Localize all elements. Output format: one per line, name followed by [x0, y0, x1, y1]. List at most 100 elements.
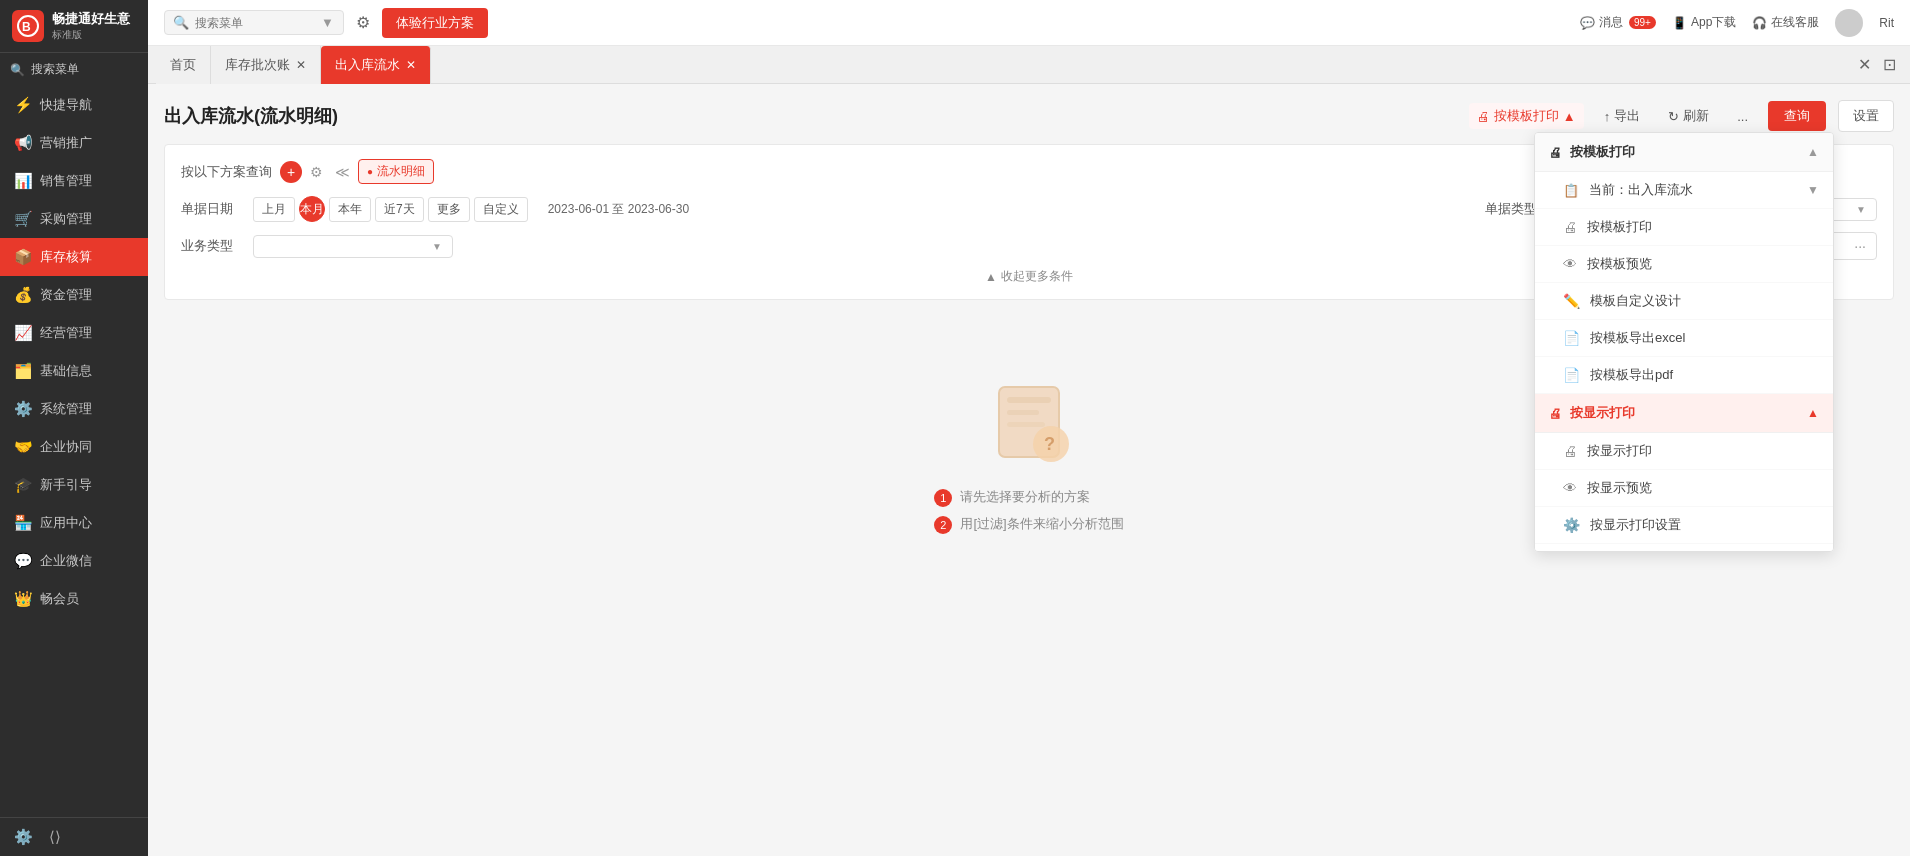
tab-batch-account-close-icon[interactable]: ✕ — [296, 58, 306, 72]
sidebar-item-inventory[interactable]: 📦 库存核算 — [0, 238, 148, 276]
filter-date-custom[interactable]: 自定义 — [474, 197, 528, 222]
dropdown-item-print-icon: 🖨 — [1563, 219, 1577, 235]
print-dropdown-arrow[interactable]: ▲ — [1563, 109, 1576, 124]
tab-flow[interactable]: 出入库流水 ✕ — [321, 46, 431, 84]
topbar: 🔍 ▼ ⚙ 体验行业方案 💬 消息 99+ 📱 App下载 🎧 在线客服 Rit — [148, 0, 1910, 46]
sidebar-item-finance[interactable]: 💰 资金管理 — [0, 276, 148, 314]
dropdown-export-pdf-template-item[interactable]: 📄 按模板导出pdf — [1535, 357, 1833, 394]
sidebar-item-quick-nav[interactable]: ⚡ 快捷导航 — [0, 86, 148, 124]
sidebar-item-base[interactable]: 🗂️ 基础信息 — [0, 352, 148, 390]
filter-warehouse-more-button[interactable]: ··· — [1854, 238, 1866, 254]
filter-business-select[interactable]: ▼ — [253, 235, 453, 258]
filter-collapse-button[interactable]: ▲ 收起更多条件 — [985, 268, 1073, 285]
svg-text:B: B — [22, 20, 31, 34]
tab-home[interactable]: 首页 — [156, 46, 211, 84]
purchase-icon: 🛒 — [14, 210, 32, 228]
dropdown-display-preview-item[interactable]: 👁 按显示预览 — [1535, 470, 1833, 507]
topbar-search-dropdown-arrow[interactable]: ▼ — [321, 15, 334, 30]
query-button[interactable]: 查询 — [1768, 101, 1826, 131]
dropdown-section1-header[interactable]: 🖨 按模板打印 ▲ — [1535, 133, 1833, 172]
dropdown-export-excel-template-item[interactable]: 📄 按模板导出excel — [1535, 320, 1833, 357]
dropdown-template-icon: 📋 — [1563, 183, 1579, 198]
sidebar-search-label: 搜索菜单 — [31, 61, 79, 78]
guide-icon: 🎓 — [14, 476, 32, 494]
app-subtitle: 标准版 — [52, 28, 130, 42]
sidebar-item-appstore[interactable]: 🏪 应用中心 — [0, 504, 148, 542]
tab-home-label: 首页 — [170, 56, 196, 74]
tab-batch-account[interactable]: 库存批次账 ✕ — [211, 46, 321, 84]
message-label: 消息 — [1599, 14, 1623, 31]
topbar-search-box[interactable]: 🔍 ▼ — [164, 10, 344, 35]
sidebar-item-label: 快捷导航 — [40, 96, 92, 114]
sidebar-item-label: 营销推广 — [40, 134, 92, 152]
app-title-area: 畅捷通好生意 标准版 — [52, 10, 130, 42]
dropdown-item-preview-icon: 👁 — [1563, 256, 1577, 272]
tab-batch-account-label: 库存批次账 — [225, 56, 290, 74]
empty-step-2-num: 2 — [934, 516, 952, 534]
finance-icon: 💰 — [14, 286, 32, 304]
sidebar-item-operations[interactable]: 📈 经营管理 — [0, 314, 148, 352]
dropdown-item-label: 按模板导出excel — [1590, 329, 1685, 347]
sidebar-item-member[interactable]: 👑 畅会员 — [0, 580, 148, 618]
topbar-message[interactable]: 💬 消息 99+ — [1580, 14, 1656, 31]
filter-settings-icon[interactable]: ⚙ — [310, 164, 323, 180]
topbar-gear-icon[interactable]: ⚙ — [356, 13, 370, 32]
dropdown-section1-collapse-arrow[interactable]: ▲ — [1807, 145, 1819, 159]
dropdown-item-pdf-icon: 📄 — [1563, 367, 1580, 383]
dropdown-print-template-item[interactable]: 🖨 按模板打印 — [1535, 209, 1833, 246]
filter-date-current-month[interactable]: 本月 — [299, 196, 325, 222]
topbar-username: Rit — [1879, 16, 1894, 30]
dropdown-item-label: 按显示打印 — [1587, 442, 1652, 460]
filter-date-more[interactable]: 更多 — [428, 197, 470, 222]
export-button[interactable]: ↑ 导出 — [1596, 103, 1649, 129]
sidebar-collapse-icon[interactable]: ⟨⟩ — [49, 828, 61, 846]
sidebar-item-wechat[interactable]: 💬 企业微信 — [0, 542, 148, 580]
filter-collapse-icon[interactable]: ≪ — [335, 164, 350, 180]
page-header: 出入库流水(流水明细) 🖨 按模板打印 ▲ ↑ 导出 ↻ 刷新 — [164, 100, 1894, 132]
settings-button[interactable]: 设置 — [1838, 100, 1894, 132]
dropdown-current-template[interactable]: 📋 当前：出入库流水 ▼ — [1535, 172, 1833, 209]
more-button[interactable]: ... — [1729, 105, 1756, 128]
refresh-button[interactable]: ↻ 刷新 — [1660, 103, 1717, 129]
search-icon: 🔍 — [10, 63, 25, 77]
dropdown-item-label: 按模板导出pdf — [1590, 366, 1673, 384]
tab-flow-close-icon[interactable]: ✕ — [406, 58, 416, 72]
dropdown-section2-header[interactable]: 🖨 按显示打印 ▲ — [1535, 394, 1833, 433]
sidebar-item-collab[interactable]: 🤝 企业协同 — [0, 428, 148, 466]
empty-step-2: 2 用[过滤]条件来缩小分析范围 — [934, 515, 1123, 534]
sidebar-item-system[interactable]: ⚙️ 系统管理 — [0, 390, 148, 428]
tab-bar: 首页 库存批次账 ✕ 出入库流水 ✕ ✕ ⊡ — [148, 46, 1910, 84]
sidebar-item-purchase[interactable]: 🛒 采购管理 — [0, 200, 148, 238]
dropdown-custom-design-item[interactable]: ✏️ 模板自定义设计 — [1535, 283, 1833, 320]
print-icon: 🖨 — [1477, 109, 1490, 124]
filter-date-last-month[interactable]: 上月 — [253, 197, 295, 222]
sidebar-search[interactable]: 🔍 搜索菜单 — [0, 53, 148, 86]
dropdown-display-print-settings-item[interactable]: ⚙️ 按显示打印设置 — [1535, 507, 1833, 544]
dropdown-print-icon: 🖨 — [1549, 145, 1562, 160]
dropdown-display-print-item[interactable]: 🖨 按显示打印 — [1535, 433, 1833, 470]
dropdown-preview-template-item[interactable]: 👁 按模板预览 — [1535, 246, 1833, 283]
filter-date-year[interactable]: 本年 — [329, 197, 371, 222]
app-logo: B — [12, 10, 44, 42]
sidebar-nav: ⚡ 快捷导航 📢 营销推广 📊 销售管理 🛒 采购管理 📦 库存核算 💰 — [0, 86, 148, 618]
tab-bar-expand-button[interactable]: ⊡ — [1879, 51, 1900, 78]
topbar-online-service[interactable]: 🎧 在线客服 — [1752, 14, 1819, 31]
sidebar-item-marketing[interactable]: 📢 营销推广 — [0, 124, 148, 162]
trial-button[interactable]: 体验行业方案 — [382, 8, 488, 38]
dropdown-item-excel-icon: 📄 — [1563, 330, 1580, 346]
filter-date-7days[interactable]: 近7天 — [375, 197, 424, 222]
topbar-search-input[interactable] — [195, 16, 315, 30]
dropdown-section2-collapse-arrow[interactable]: ▲ — [1807, 406, 1819, 420]
dropdown-display-export-excel-item[interactable]: 📄 按显示导出excel — [1535, 544, 1833, 552]
empty-step-1-num: 1 — [934, 489, 952, 507]
sidebar-settings-icon[interactable]: ⚙️ — [14, 828, 33, 846]
sidebar-footer: ⚙️ ⟨⟩ — [0, 817, 148, 856]
topbar-app-download[interactable]: 📱 App下载 — [1672, 14, 1736, 31]
print-template-button[interactable]: 🖨 按模板打印 ▲ — [1469, 103, 1584, 129]
filter-add-button[interactable]: + — [280, 161, 302, 183]
tab-bar-close-all-button[interactable]: ✕ — [1854, 51, 1875, 78]
sidebar-item-label: 销售管理 — [40, 172, 92, 190]
sidebar-item-label: 采购管理 — [40, 210, 92, 228]
sidebar-item-sales[interactable]: 📊 销售管理 — [0, 162, 148, 200]
sidebar-item-guide[interactable]: 🎓 新手引导 — [0, 466, 148, 504]
